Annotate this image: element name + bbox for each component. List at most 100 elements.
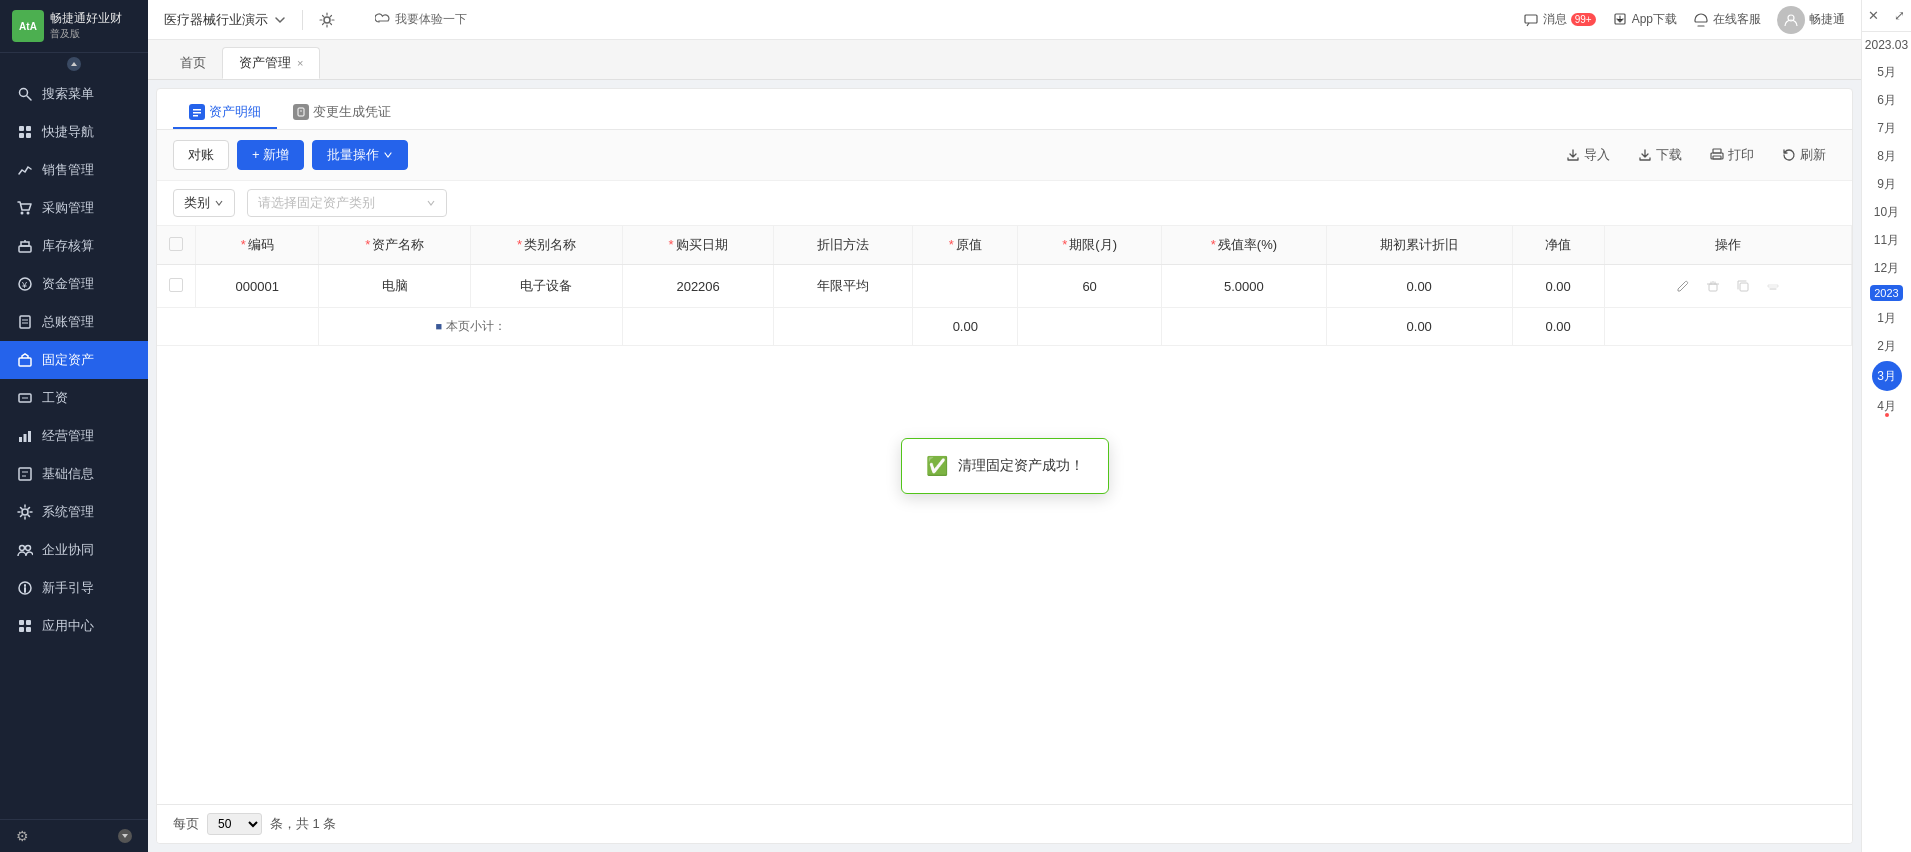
month-jan-2023[interactable]: 1月 [1868,305,1906,331]
sidebar-scroll-down[interactable] [118,829,132,843]
new-button[interactable]: + 新增 [237,140,304,170]
month-aug-2022[interactable]: 8月 [1868,143,1906,169]
reconcile-button[interactable]: 对账 [173,140,229,170]
tab-close-icon[interactable]: × [297,57,303,69]
sidebar-item-inventory[interactable]: 库存核算 [0,227,148,265]
month-dec-2022[interactable]: 12月 [1868,255,1906,281]
purchase-icon [16,199,34,217]
sidebar-menu: 搜索菜单 快捷导航 销售管理 采购管理 库存核算 [0,75,148,819]
copy-icon[interactable] [1732,275,1754,297]
success-toast: ✅ 清理固定资产成功！ [901,438,1109,494]
month-jul-2022[interactable]: 7月 [1868,115,1906,141]
sidebar-item-operations[interactable]: 经营管理 [0,417,148,455]
row-category: 电子设备 [471,265,623,308]
sidebar-item-finance[interactable]: ¥ 资金管理 [0,265,148,303]
category-label: 类别 [184,194,210,212]
sidebar-item-enterprise[interactable]: 企业协同 [0,531,148,569]
edit-icon[interactable] [1672,275,1694,297]
subtotal-label-cell: ■ 本页小计： [319,308,622,346]
customer-service-btn[interactable]: 在线客服 [1693,11,1761,28]
header-depreciation-method: 折旧方法 [774,226,913,265]
panel-expand-icon[interactable]: ⤢ [1894,8,1905,23]
logo-icon: AtA [12,10,44,42]
sidebar-item-ledger[interactable]: 总账管理 [0,303,148,341]
sidebar-item-quick-nav[interactable]: 快捷导航 [0,113,148,151]
import-icon [1566,148,1580,162]
sub-tab-asset-list[interactable]: 资产明细 [173,97,277,129]
sidebar-item-app-center[interactable]: 应用中心 [0,607,148,645]
svg-rect-2 [19,126,24,131]
svg-rect-34 [1525,15,1537,23]
sidebar-item-purchase[interactable]: 采购管理 [0,189,148,227]
print-icon [1710,148,1724,162]
sidebar-item-label: 快捷导航 [42,123,94,141]
sidebar-bottom: ⚙ [0,819,148,852]
sidebar-item-payroll[interactable]: 工资 [0,379,148,417]
month-apr-2023[interactable]: 4月 [1868,393,1906,419]
more-icon[interactable] [1762,275,1784,297]
app-download-btn[interactable]: App下载 [1612,11,1677,28]
svg-point-33 [324,17,330,23]
svg-rect-5 [26,133,31,138]
sidebar-scroll-up[interactable] [0,53,148,75]
month-oct-2022[interactable]: 10月 [1868,199,1906,225]
user-profile[interactable]: 畅捷通 [1777,6,1845,34]
filter-row: 类别 请选择固定资产类别 [157,181,1852,226]
topbar-right: 消息 99+ App下载 在线客服 畅捷通 [1523,6,1845,34]
table-header-row: *编码 *资产名称 *类别名称 *购买日期 折旧方法 *原值 *期限(月) *残… [157,226,1852,265]
message-icon [1523,12,1539,28]
sidebar-item-guide[interactable]: 新手引导 [0,569,148,607]
header-code: *编码 [196,226,319,265]
svg-point-0 [20,89,28,97]
fixed-assets-icon [16,351,34,369]
month-mar-2023[interactable]: 3月 [1872,361,1902,391]
page-size-select[interactable]: 50 100 200 [207,813,262,835]
month-sep-2022[interactable]: 9月 [1868,171,1906,197]
sidebar-item-basic-info[interactable]: 基础信息 [0,455,148,493]
month-may-2022[interactable]: 5月 [1868,59,1906,85]
panel-close-icon[interactable]: ✕ [1868,8,1879,23]
voucher-gen-icon [293,104,309,120]
export-button[interactable]: 导入 [1556,141,1620,169]
sidebar-item-label: 系统管理 [42,503,94,521]
header-checkbox[interactable] [169,237,183,251]
header-period: *期限(月) [1018,226,1162,265]
tab-asset-mgmt[interactable]: 资产管理 × [222,47,320,79]
category-filter[interactable]: 类别 [173,189,235,217]
message-btn[interactable]: 消息 99+ [1523,11,1596,28]
subtotal-empty [157,308,319,346]
table-row: 000001 电脑 电子设备 202206 年限平均 60 5.0000 0.0… [157,265,1852,308]
success-icon: ✅ [926,455,948,477]
month-feb-2023[interactable]: 2月 [1868,333,1906,359]
category-value-filter[interactable]: 请选择固定资产类别 [247,189,447,217]
batch-ops-button[interactable]: 批量操作 [312,140,408,170]
month-nov-2022[interactable]: 11月 [1868,227,1906,253]
sidebar-item-fixed-assets[interactable]: 固定资产 [0,341,148,379]
settings-icon-area[interactable] [319,12,335,28]
try-experience[interactable]: 我要体验一下 [375,11,467,28]
toast-message: 清理固定资产成功！ [958,457,1084,475]
download-icon [1638,148,1652,162]
sidebar-item-system[interactable]: 系统管理 [0,493,148,531]
refresh-button[interactable]: 刷新 [1772,141,1836,169]
system-icon [16,503,34,521]
sub-tab-voucher-gen[interactable]: 变更生成凭证 [277,97,407,129]
search-icon [16,85,34,103]
download-button[interactable]: 下载 [1628,141,1692,169]
guide-icon [16,579,34,597]
sidebar-item-search[interactable]: 搜索菜单 [0,75,148,113]
delete-icon[interactable] [1702,275,1724,297]
tab-home[interactable]: 首页 [164,47,222,79]
svg-rect-20 [24,434,27,442]
avatar [1777,6,1805,34]
month-jun-2022[interactable]: 6月 [1868,87,1906,113]
print-button[interactable]: 打印 [1700,141,1764,169]
company-selector[interactable]: 医疗器械行业演示 [164,11,286,29]
sidebar-item-sales[interactable]: 销售管理 [0,151,148,189]
header-purchase-date: *购买日期 [622,226,774,265]
row-checkbox[interactable] [169,278,183,292]
settings-bottom-icon[interactable]: ⚙ [16,828,29,844]
year-2023-badge[interactable]: 2023 [1870,285,1902,301]
total-label: 条，共 1 条 [270,815,336,833]
svg-rect-50 [1740,283,1748,291]
